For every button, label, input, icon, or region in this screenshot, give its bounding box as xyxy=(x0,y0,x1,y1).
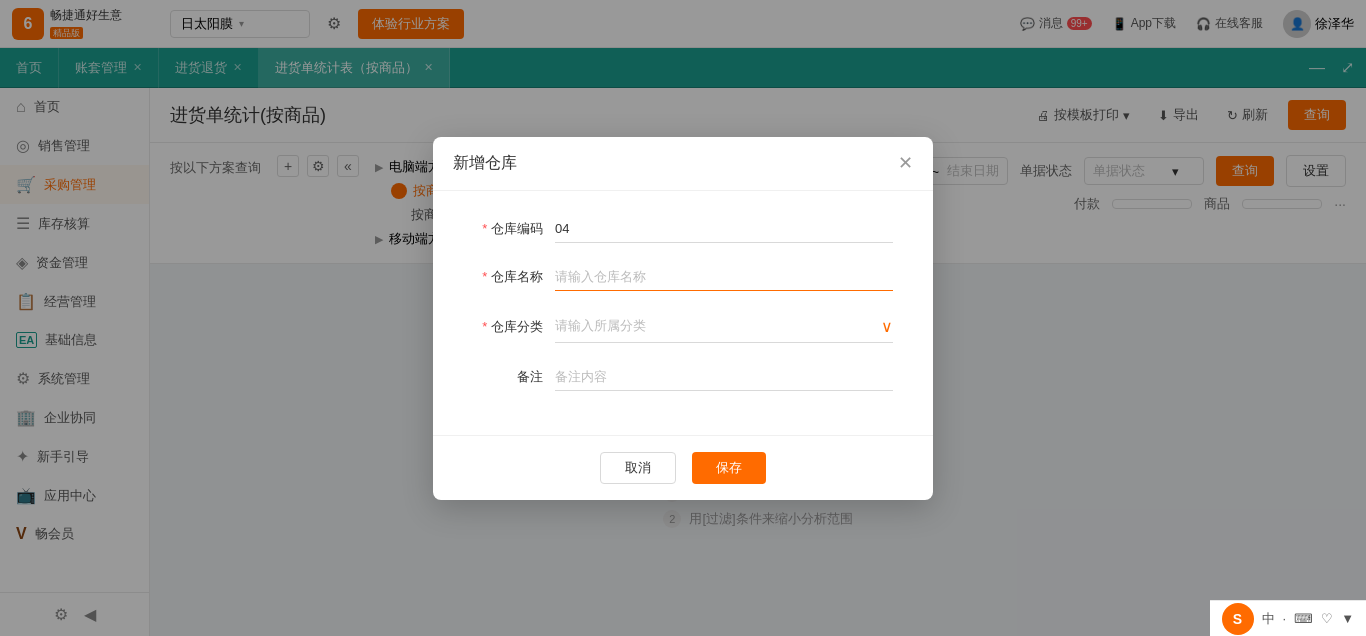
footer-dot-icon[interactable]: · xyxy=(1283,611,1287,626)
modal-header: 新增仓库 ✕ xyxy=(433,137,933,191)
name-label: 仓库名称 xyxy=(473,268,543,286)
modal-close-button[interactable]: ✕ xyxy=(898,154,913,172)
cancel-button[interactable]: 取消 xyxy=(600,452,676,484)
category-chevron-icon: ∨ xyxy=(881,317,893,336)
modal-title: 新增仓库 xyxy=(453,153,517,174)
footer-chinese-icon[interactable]: 中 xyxy=(1262,610,1275,628)
modal-footer: 取消 保存 xyxy=(433,435,933,500)
form-row-code: 仓库编码 xyxy=(473,215,893,243)
footer-menu-icon[interactable]: ▼ xyxy=(1341,611,1354,626)
code-label: 仓库编码 xyxy=(473,220,543,238)
modal-overlay: 新增仓库 ✕ 仓库编码 仓库名称 仓库分类 请输入所属分类 ∨ xyxy=(0,0,1366,636)
modal-add-warehouse: 新增仓库 ✕ 仓库编码 仓库名称 仓库分类 请输入所属分类 ∨ xyxy=(433,137,933,500)
modal-body: 仓库编码 仓库名称 仓库分类 请输入所属分类 ∨ 备注 xyxy=(433,191,933,435)
code-input[interactable] xyxy=(555,215,893,243)
s-logo: S xyxy=(1222,603,1254,635)
footer-bar: S 中 · ⌨ ♡ ▼ xyxy=(1210,600,1367,636)
name-input[interactable] xyxy=(555,263,893,291)
category-label: 仓库分类 xyxy=(473,318,543,336)
save-button[interactable]: 保存 xyxy=(692,452,766,484)
category-select[interactable]: 请输入所属分类 ∨ xyxy=(555,311,893,343)
form-row-note: 备注 xyxy=(473,363,893,391)
note-input[interactable] xyxy=(555,363,893,391)
footer-keyboard-icon[interactable]: ⌨ xyxy=(1294,611,1313,626)
note-label: 备注 xyxy=(473,368,543,386)
footer-heart-icon[interactable]: ♡ xyxy=(1321,611,1333,626)
form-row-name: 仓库名称 xyxy=(473,263,893,291)
form-row-category: 仓库分类 请输入所属分类 ∨ xyxy=(473,311,893,343)
category-placeholder: 请输入所属分类 xyxy=(555,317,646,335)
